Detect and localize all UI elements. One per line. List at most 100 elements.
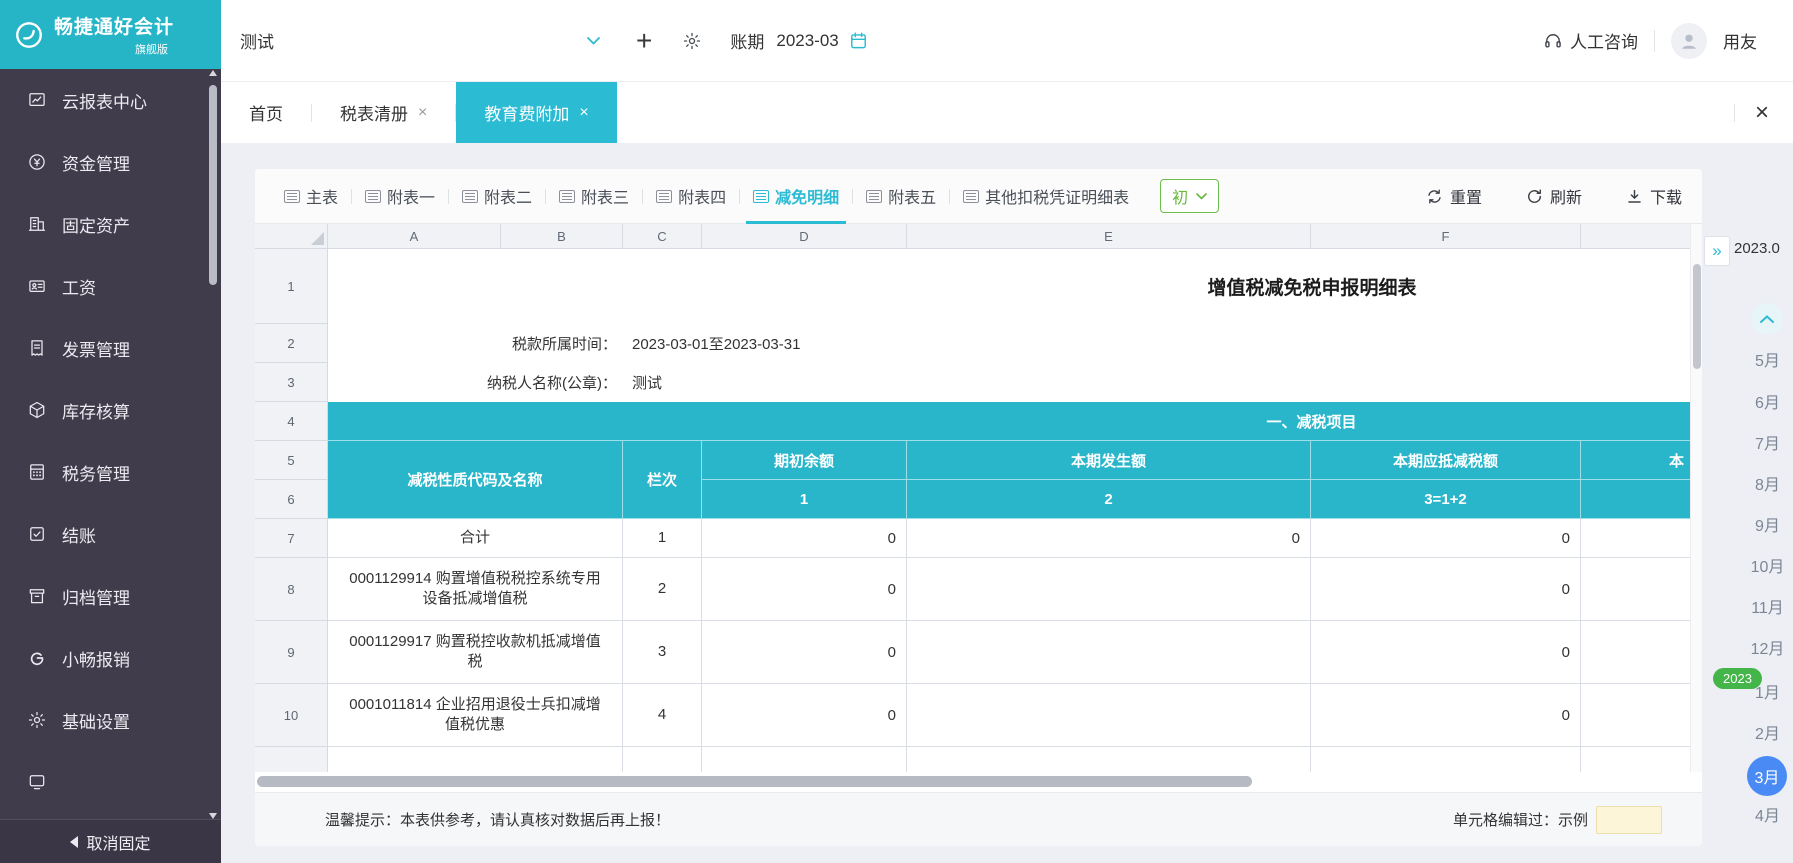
month-item[interactable]: 6月 (1742, 394, 1793, 414)
cell-opening[interactable]: 0 (702, 519, 907, 558)
report-title[interactable]: 增值税减免税申报明细表 (328, 249, 1702, 324)
sidebar-item-reimburse[interactable]: 小畅报销 (0, 627, 221, 689)
month-item[interactable]: 7月 (1742, 435, 1793, 455)
sheet-tab-main[interactable]: 主表 (271, 169, 351, 223)
month-item[interactable]: 4月 (1742, 807, 1793, 827)
sidebar-item-settings[interactable]: 基础设置 (0, 689, 221, 751)
column-header[interactable]: D (702, 224, 907, 249)
unpin-sidebar-button[interactable]: 取消固定 (0, 819, 221, 863)
row-header[interactable]: 7 (255, 519, 328, 558)
sidebar-item-invoice[interactable]: 发票管理 (0, 317, 221, 379)
sidebar-item-funds[interactable]: 资金管理 (0, 131, 221, 193)
month-item[interactable]: 8月 (1742, 476, 1793, 496)
period-field-value[interactable]: 2023-03-01至2023-03-31 (623, 324, 1311, 363)
cell-opening[interactable]: 0 (702, 558, 907, 621)
month-item[interactable]: 9月 (1742, 517, 1793, 537)
sidebar-item-more[interactable] (0, 751, 221, 813)
sidebar-item-salary[interactable]: 工资 (0, 255, 221, 317)
month-item[interactable]: 10月 (1742, 558, 1793, 578)
settings-gear-icon[interactable] (682, 31, 702, 51)
row-header[interactable]: 4 (255, 402, 328, 441)
row-header[interactable]: 5 6 (255, 441, 328, 519)
cell-name[interactable]: 0001129917 购置税控收款机抵减增值税 (328, 621, 623, 684)
sidebar-item-closing[interactable]: 结账 (0, 503, 221, 565)
refresh-button[interactable]: 刷新 (1526, 184, 1582, 208)
cell-deductible[interactable]: 0 (1311, 621, 1581, 684)
sidebar-scrollbar-thumb[interactable] (209, 85, 217, 285)
cell-name[interactable]: 合计 (328, 519, 623, 558)
column-header[interactable]: C (623, 224, 702, 249)
cell-deductible[interactable]: 0 (1311, 519, 1581, 558)
column-header[interactable]: A (328, 224, 501, 249)
vertical-scrollbar-thumb[interactable] (1693, 264, 1701, 369)
month-item[interactable]: 2月 (1742, 725, 1793, 745)
avatar[interactable] (1671, 22, 1707, 59)
horizontal-scrollbar-thumb[interactable] (257, 776, 1252, 787)
select-all-corner[interactable] (255, 224, 328, 249)
sheet-tab-other-vouchers[interactable]: 其他扣税凭证明细表 (950, 169, 1142, 223)
cell-line-no[interactable]: 4 (623, 684, 702, 747)
cell-name[interactable]: 0001129914 购置增值税税控系统专用设备抵减增值税 (328, 558, 623, 621)
row-header[interactable]: 9 (255, 621, 328, 684)
tab-home[interactable]: 首页 (221, 82, 311, 143)
cell-current[interactable] (907, 684, 1311, 747)
close-tab-icon[interactable]: × (418, 104, 427, 122)
sidebar-item-archive[interactable]: 归档管理 (0, 565, 221, 627)
cell-line-no[interactable]: 3 (623, 621, 702, 684)
expand-panel-button[interactable]: » (1704, 236, 1730, 266)
sidebar-scrollbar[interactable] (208, 70, 218, 819)
support-button[interactable]: 人工咨询 (1543, 28, 1638, 53)
sidebar-item-inventory[interactable]: 库存核算 (0, 379, 221, 441)
calendar-icon[interactable] (849, 31, 868, 50)
reset-button[interactable]: 重置 (1426, 184, 1482, 208)
horizontal-scrollbar[interactable] (255, 772, 1702, 792)
month-item[interactable]: 1月 (1742, 684, 1793, 704)
spreadsheet[interactable]: A B C D E F 1 增值税减免税申报明细表 2 税款所属时间： 2023… (255, 224, 1702, 772)
row-header[interactable]: 3 (255, 363, 328, 402)
close-workspace-icon[interactable]: × (1755, 100, 1769, 125)
close-tab-icon[interactable]: × (579, 104, 588, 122)
column-header[interactable]: B (501, 224, 623, 249)
sheet-tab-appendix-4[interactable]: 附表四 (643, 169, 739, 223)
sheet-tab-appendix-1[interactable]: 附表一 (352, 169, 448, 223)
row-header[interactable]: 2 (255, 324, 328, 363)
sidebar-item-cloud-reports[interactable]: 云报表中心 (0, 69, 221, 131)
row-header[interactable]: 1 (255, 249, 328, 324)
scroll-down-icon[interactable] (209, 813, 217, 819)
row-header[interactable]: 10 (255, 684, 328, 747)
scroll-up-icon[interactable] (209, 70, 217, 76)
cell-deductible[interactable]: 0 (1311, 558, 1581, 621)
cell-deductible[interactable]: 0 (1311, 684, 1581, 747)
tab-education-surcharge[interactable]: 教育费附加 × (456, 82, 617, 143)
column-header[interactable] (1581, 224, 1702, 249)
month-item-active[interactable]: 3月 (1747, 756, 1787, 796)
row-header[interactable] (255, 747, 328, 772)
month-item[interactable]: 5月 (1742, 352, 1793, 372)
column-header[interactable]: F (1311, 224, 1581, 249)
taxpayer-field-value[interactable]: 测试 (623, 363, 1311, 402)
add-account-button[interactable]: + (636, 26, 652, 55)
sheet-tab-appendix-5[interactable]: 附表五 (853, 169, 949, 223)
collapse-months-button[interactable] (1751, 303, 1783, 335)
column-header[interactable]: E (907, 224, 1311, 249)
sheet-tab-appendix-2[interactable]: 附表二 (449, 169, 545, 223)
cell-name[interactable]: 0001011814 企业招用退役士兵扣减增值税优惠 (328, 684, 623, 747)
period-value[interactable]: 2023-03 (776, 31, 838, 51)
cell-current[interactable]: 0 (907, 519, 1311, 558)
sidebar-item-tax[interactable]: 税务管理 (0, 441, 221, 503)
row-header[interactable]: 8 (255, 558, 328, 621)
cell-current[interactable] (907, 621, 1311, 684)
period-type-dropdown[interactable]: 初 (1160, 179, 1220, 213)
cell-line-no[interactable]: 1 (623, 519, 702, 558)
month-item[interactable]: 12月 (1742, 640, 1793, 660)
cell-current[interactable] (907, 558, 1311, 621)
sidebar-item-fixed-assets[interactable]: 固定资产 (0, 193, 221, 255)
cell-opening[interactable]: 0 (702, 684, 907, 747)
sheet-tab-deduction-detail[interactable]: 减免明细 (740, 169, 852, 224)
vertical-scrollbar[interactable] (1690, 224, 1702, 772)
download-button[interactable]: 下载 (1626, 184, 1682, 208)
month-item[interactable]: 11月 (1742, 599, 1793, 619)
company-selector[interactable]: 测试 (240, 28, 600, 53)
sheet-tab-appendix-3[interactable]: 附表三 (546, 169, 642, 223)
cell-line-no[interactable]: 2 (623, 558, 702, 621)
